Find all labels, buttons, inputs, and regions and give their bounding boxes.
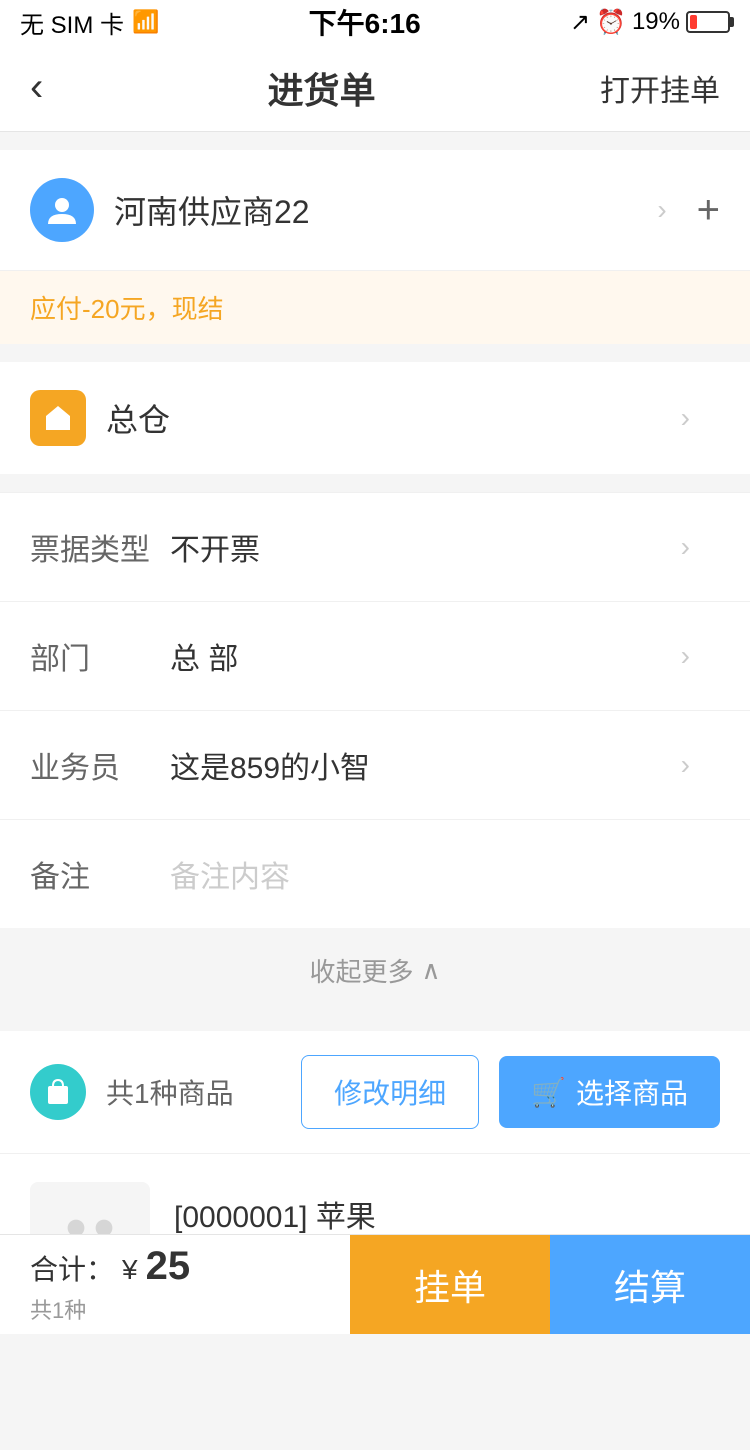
supplier-row[interactable]: 河南供应商22 › +	[0, 150, 750, 271]
alarm-icon: ⏰	[596, 8, 626, 37]
department-value: 总 部	[170, 634, 681, 678]
battery-label: 19%	[632, 8, 680, 36]
add-supplier-button[interactable]: +	[697, 188, 720, 233]
product-name: 苹果	[316, 1201, 376, 1234]
warehouse-row[interactable]: 总仓 ›	[0, 362, 750, 474]
warehouse-arrow-icon: ›	[681, 402, 690, 434]
notice-text: 应付-20元，现结	[30, 294, 224, 324]
supplier-section: 河南供应商22 › + 应付-20元，现结	[0, 150, 750, 344]
select-product-button[interactable]: 🛒 选择商品	[499, 1056, 720, 1128]
salesperson-label: 业务员	[30, 743, 170, 787]
location-icon: ↗	[570, 8, 590, 37]
collapse-row[interactable]: 收起更多 ∧	[0, 928, 750, 1013]
total-section: 合计： ¥ 25 共1种	[0, 1235, 350, 1334]
department-row[interactable]: 部门 总 部 ›	[0, 601, 750, 710]
invoice-type-arrow: ›	[681, 531, 690, 563]
supplier-name: 河南供应商22	[114, 187, 657, 233]
total-currency: ¥	[122, 1254, 138, 1286]
product-title: [0000001] 苹果	[174, 1192, 648, 1236]
hang-button[interactable]: 挂单	[350, 1235, 550, 1334]
select-product-icon: 🛒	[531, 1076, 566, 1109]
form-section: 票据类型 不开票 › 部门 总 部 › 业务员 这是859的小智 › 备注 备注…	[0, 492, 750, 928]
invoice-type-value: 不开票	[170, 525, 681, 569]
total-main: 合计： ¥ 25	[30, 1244, 320, 1289]
product-count: 共1种商品	[106, 1072, 281, 1112]
back-button[interactable]: ‹	[30, 65, 43, 110]
department-label: 部门	[30, 634, 170, 678]
product-header: 共1种商品 修改明细 🛒 选择商品	[0, 1031, 750, 1153]
battery-fill	[690, 15, 697, 29]
invoice-type-label: 票据类型	[30, 525, 170, 569]
section-divider-2	[0, 344, 750, 362]
department-arrow: ›	[681, 640, 690, 672]
remarks-input[interactable]: 备注内容	[170, 852, 720, 896]
invoice-type-row[interactable]: 票据类型 不开票 ›	[0, 492, 750, 601]
status-time: 下午6:16	[309, 2, 421, 42]
salesperson-row[interactable]: 业务员 这是859的小智 ›	[0, 710, 750, 819]
product-code: [0000001]	[174, 1201, 307, 1234]
status-right: ↗ ⏰ 19%	[570, 8, 730, 37]
supplier-arrow-icon: ›	[657, 194, 666, 226]
remarks-row[interactable]: 备注 备注内容	[0, 819, 750, 928]
section-divider-3	[0, 474, 750, 492]
total-sub: 共1种	[30, 1293, 320, 1325]
wifi-icon: 📶	[132, 9, 159, 35]
total-label: 合计：	[30, 1248, 114, 1288]
collapse-icon: ∧	[421, 955, 440, 986]
status-left: 无 SIM 卡 📶	[20, 5, 159, 40]
warehouse-section: 总仓 ›	[0, 362, 750, 474]
carrier-label: 无 SIM 卡	[20, 5, 124, 40]
select-product-label: 选择商品	[576, 1072, 688, 1112]
remarks-label: 备注	[30, 852, 170, 896]
supplier-avatar	[30, 178, 94, 242]
notice-bar: 应付-20元，现结	[0, 271, 750, 344]
warehouse-icon	[30, 390, 86, 446]
open-pending-button[interactable]: 打开挂单	[600, 66, 720, 110]
checkout-button[interactable]: 结算	[550, 1235, 750, 1334]
battery-icon	[686, 11, 730, 33]
status-bar: 无 SIM 卡 📶 下午6:16 ↗ ⏰ 19%	[0, 0, 750, 44]
collapse-label: 收起更多	[309, 952, 413, 989]
salesperson-arrow: ›	[681, 749, 690, 781]
page-title: 进货单	[268, 62, 376, 114]
warehouse-name: 总仓	[106, 395, 681, 441]
salesperson-value: 这是859的小智	[170, 743, 681, 787]
bottom-spacer	[0, 1330, 750, 1450]
bottom-bar: 合计： ¥ 25 共1种 挂单 结算	[0, 1234, 750, 1334]
nav-bar: ‹ 进货单 打开挂单	[0, 44, 750, 132]
edit-detail-button[interactable]: 修改明细	[301, 1055, 479, 1129]
total-amount: 25	[146, 1244, 191, 1289]
product-bag-icon	[30, 1064, 86, 1120]
section-divider-1	[0, 132, 750, 150]
